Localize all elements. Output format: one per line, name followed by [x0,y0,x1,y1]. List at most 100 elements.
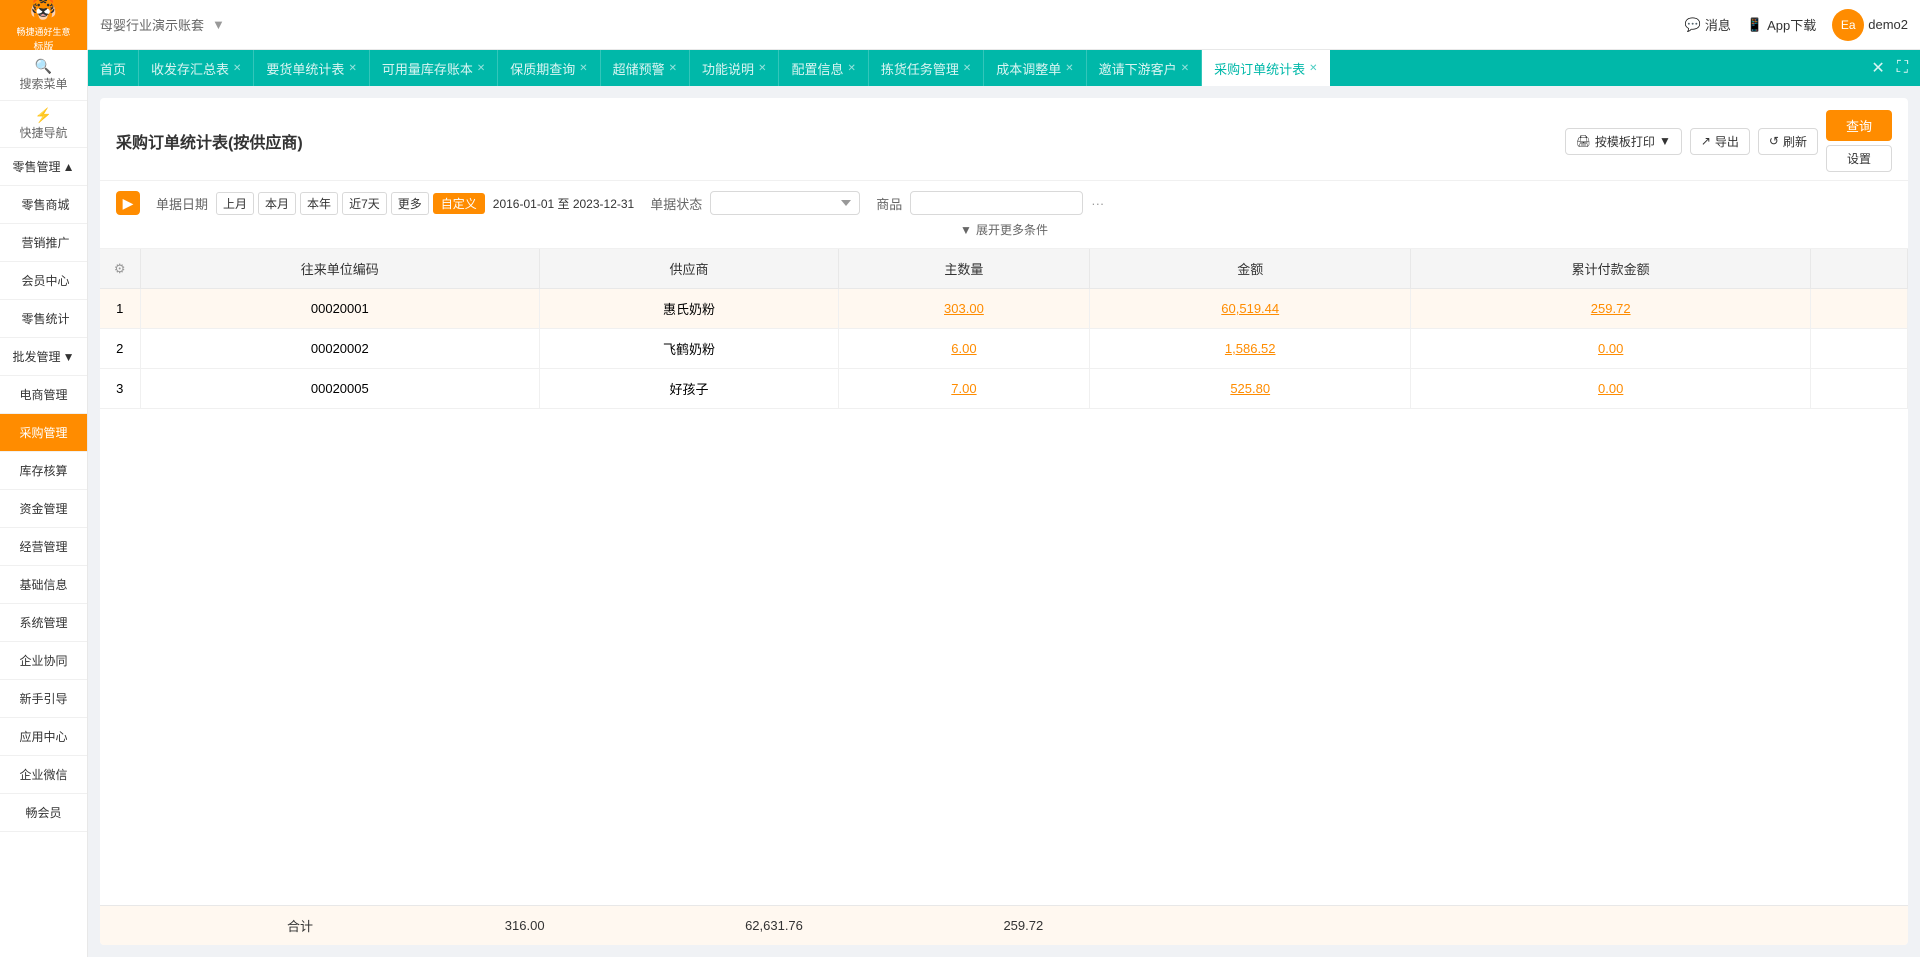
app-download-btn[interactable]: 📱 App下载 [1747,15,1816,34]
sidebar-quick-nav[interactable]: ⚡ 快捷导航 [0,101,87,148]
sidebar-item-wholesale[interactable]: 批发管理 ▼ [0,338,87,376]
close-tab-config-info[interactable]: ✕ [847,63,855,74]
product-filter-input[interactable] [910,191,1083,215]
query-button[interactable]: 查询 [1826,110,1892,141]
row-1-no: 1 [100,289,140,329]
tab-cost-adjust[interactable]: 成本调整单 ✕ [984,50,1086,86]
sidebar-item-operations[interactable]: 经营管理 [0,528,87,566]
status-filter-select[interactable] [710,191,860,215]
date-this-year-btn[interactable]: 本年 [300,192,338,215]
row-2-code: 00020002 [140,329,540,369]
tab-overstock-warning[interactable]: 超储预警 ✕ [601,50,690,86]
row-1-qty[interactable]: 303.00 [838,289,1089,329]
row-1-amount[interactable]: 60,519.44 [1090,289,1411,329]
footer-label: 合计 [200,916,400,935]
workspace-selector-group[interactable]: 母婴行业演示账套 ▼ [100,15,225,34]
date-filter-group: 单据日期 上月 本月 本年 近7天 更多 自定义 2016-01-01 至 20… [156,192,634,215]
message-btn[interactable]: 💬 消息 [1685,15,1731,34]
sidebar-item-retail-stats[interactable]: 零售统计 [0,300,87,338]
sidebar-item-app-center[interactable]: 应用中心 [0,718,87,756]
close-tab-warranty-query[interactable]: ✕ [579,63,587,74]
table-body: 1 00020001 惠氏奶粉 303.00 60,519.44 259.72 … [100,289,1908,409]
date-7days-btn[interactable]: 近7天 [342,192,387,215]
close-tab-available-stock[interactable]: ✕ [477,63,485,74]
tab-available-stock[interactable]: 可用量库存账本 ✕ [370,50,498,86]
sidebar-item-finance[interactable]: 资金管理 [0,490,87,528]
row-2-no: 2 [100,329,140,369]
close-tab-function-desc[interactable]: ✕ [758,63,766,74]
sidebar-item-wechat[interactable]: 企业微信 [0,756,87,794]
row-1-paid[interactable]: 259.72 [1411,289,1811,329]
row-2-qty[interactable]: 6.00 [838,329,1089,369]
row-3-extra [1810,369,1907,409]
date-this-month-btn[interactable]: 本月 [258,192,296,215]
sidebar-search[interactable]: 🔍 搜索菜单 [0,50,87,101]
close-all-tabs-btn[interactable]: ✕ [1867,58,1888,78]
tab-home[interactable]: 首页 [88,50,139,86]
workspace-label: 母婴行业演示账套 [100,15,204,34]
sidebar-item-retail-mall[interactable]: 零售商城 [0,186,87,224]
col-settings[interactable]: ⚙ [100,249,140,289]
close-tab-income-summary[interactable]: ✕ [233,63,241,74]
close-tab-purchase-summary[interactable]: ✕ [1309,63,1317,74]
sidebar-item-marketing[interactable]: 营销推广 [0,224,87,262]
page-header-actions: 🖨 按模板打印 ▼ ↗ 导出 ↺ 刷新 查询 设置 [1565,110,1892,172]
download-icon: 📱 [1747,17,1763,33]
column-settings-icon[interactable]: ⚙ [114,261,126,276]
close-tab-cost-adjust[interactable]: ✕ [1065,63,1073,74]
message-icon: 💬 [1685,17,1701,33]
sidebar-item-member[interactable]: 会员中心 [0,262,87,300]
footer-qty: 316.00 [400,918,649,933]
sidebar-item-system[interactable]: 系统管理 [0,604,87,642]
user-profile-btn[interactable]: Ea demo2 [1832,9,1908,41]
settings-button[interactable]: 设置 [1826,145,1892,172]
tab-config-info[interactable]: 配置信息 ✕ [779,50,868,86]
date-more-btn[interactable]: 更多 [391,192,429,215]
sidebar-item-ecommerce[interactable]: 电商管理 [0,376,87,414]
close-tab-overstock-warning[interactable]: ✕ [669,63,677,74]
tab-requisition-summary[interactable]: 要货单统计表 ✕ [254,50,369,86]
nav-tabs: 首页 收发存汇总表 ✕ 要货单统计表 ✕ 可用量库存账本 ✕ 保质期查询 ✕ 超… [88,50,1920,86]
workspace-dropdown-icon[interactable]: ▼ [212,17,225,32]
product-filter-label: 商品 [876,194,902,213]
date-custom-tag: 自定义 [433,193,485,214]
filter-toggle-btn[interactable]: ▶ [116,191,140,215]
product-filter-more[interactable]: ··· [1091,196,1104,211]
sidebar: 🐯 畅捷通好生意 标版 🔍 搜索菜单 ⚡ 快捷导航 零售管理 ▲ 零售商城 营销… [0,0,88,957]
expand-more-btn[interactable]: ▼ 展开更多条件 [960,221,1048,238]
row-3-supplier: 好孩子 [540,369,839,409]
row-3-qty[interactable]: 7.00 [838,369,1089,409]
sidebar-item-purchase[interactable]: 采购管理 [0,414,87,452]
table-row: 3 00020005 好孩子 7.00 525.80 0.00 [100,369,1908,409]
close-tab-requisition-summary[interactable]: ✕ [348,63,356,74]
maximize-btn[interactable]: ⛶ [1893,59,1912,77]
row-3-paid[interactable]: 0.00 [1411,369,1811,409]
close-tab-picking-task[interactable]: ✕ [963,63,971,74]
tab-invite-customer[interactable]: 邀请下游客户 ✕ [1087,50,1202,86]
sidebar-item-guide[interactable]: 新手引导 [0,680,87,718]
sidebar-item-vip[interactable]: 畅会员 [0,794,87,832]
sidebar-item-inventory[interactable]: 库存核算 [0,452,87,490]
sidebar-item-retail[interactable]: 零售管理 ▲ [0,148,87,186]
close-tab-invite-customer[interactable]: ✕ [1181,63,1189,74]
row-2-paid[interactable]: 0.00 [1411,329,1811,369]
tab-picking-task[interactable]: 拣货任务管理 ✕ [869,50,984,86]
user-name: demo2 [1868,17,1908,32]
tab-income-summary[interactable]: 收发存汇总表 ✕ [139,50,254,86]
row-3-amount[interactable]: 525.80 [1090,369,1411,409]
date-prev-month-btn[interactable]: 上月 [216,192,254,215]
tab-purchase-summary[interactable]: 采购订单统计表 ✕ [1202,50,1330,86]
retail-expand-icon: ▲ [63,160,75,174]
sidebar-item-basics[interactable]: 基础信息 [0,566,87,604]
main-area: 母婴行业演示账套 ▼ 💬 消息 📱 App下载 Ea demo2 首页 [88,0,1920,957]
print-button[interactable]: 🖨 按模板打印 ▼ [1565,128,1682,155]
refresh-button[interactable]: ↺ 刷新 [1758,128,1818,155]
wholesale-expand-icon: ▼ [63,350,75,364]
tab-warranty-query[interactable]: 保质期查询 ✕ [498,50,600,86]
status-filter-label: 单据状态 [650,194,702,213]
export-button[interactable]: ↗ 导出 [1690,128,1750,155]
row-2-amount[interactable]: 1,586.52 [1090,329,1411,369]
sidebar-item-cooperation[interactable]: 企业协同 [0,642,87,680]
tab-function-desc[interactable]: 功能说明 ✕ [690,50,779,86]
date-filter-label: 单据日期 [156,194,208,213]
